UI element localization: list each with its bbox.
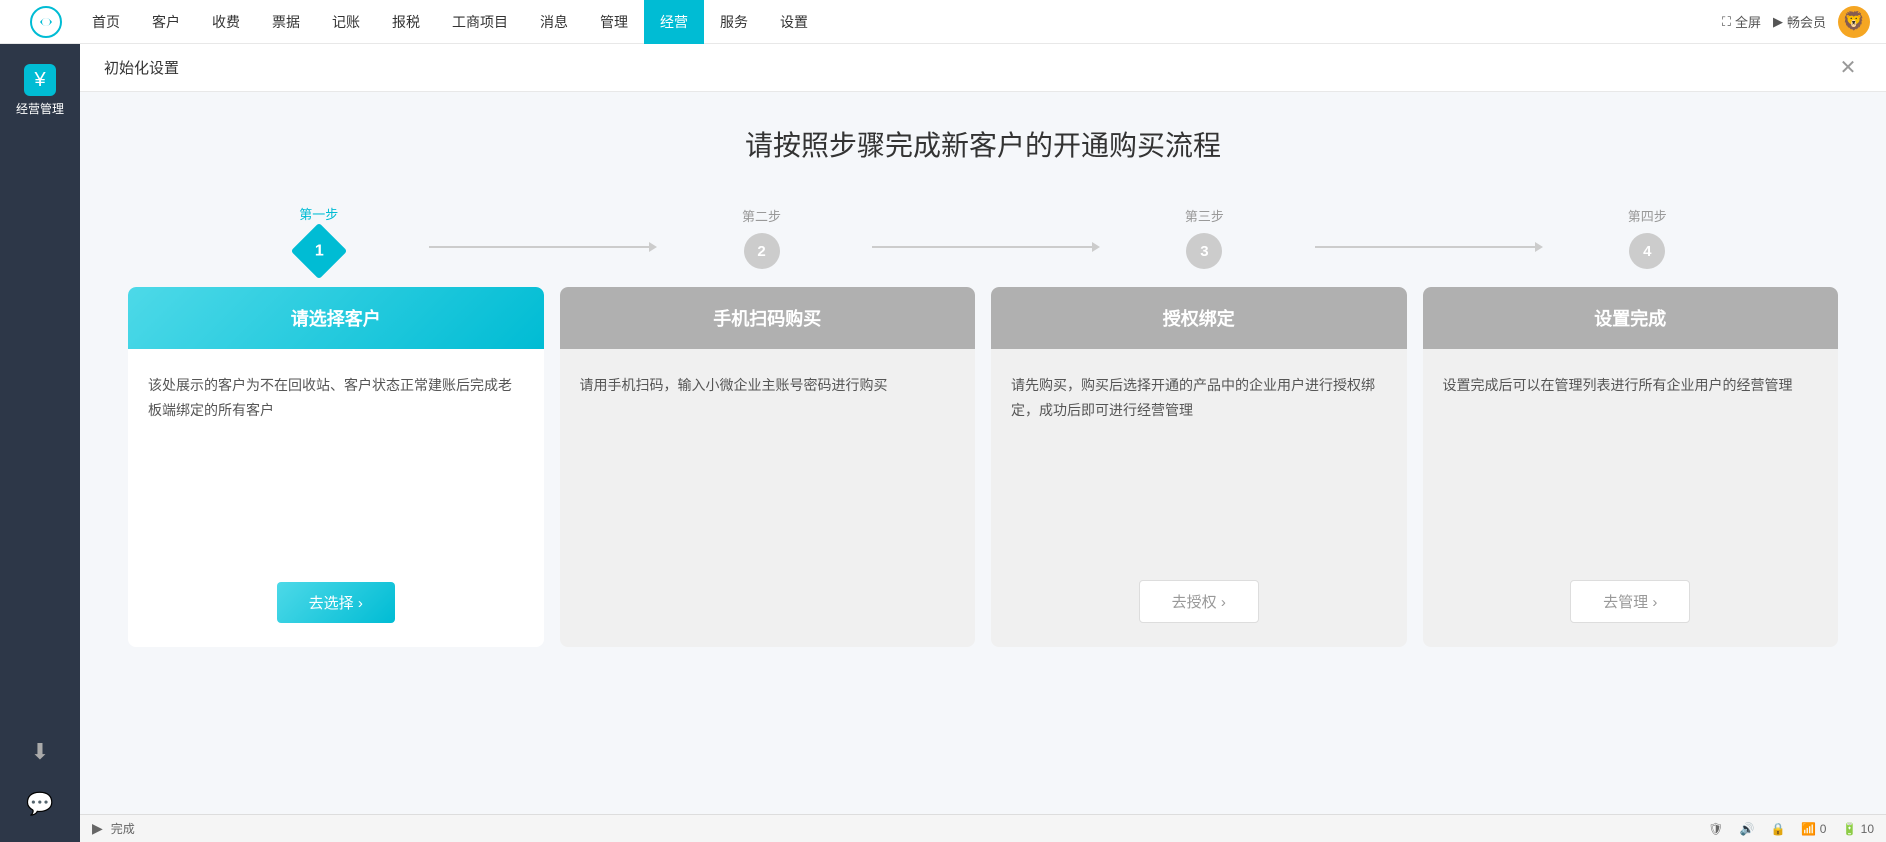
nav-operation[interactable]: 经营 <box>644 0 704 44</box>
play-icon: ▶ <box>1773 14 1783 30</box>
volume-icon: 🔊 <box>1740 822 1755 836</box>
card-1-header: 请选择客户 <box>128 287 544 349</box>
step-item-1: 第一步 1 <box>208 204 429 271</box>
status-bar-right: 🛡 🔊 🔒 📶 0 🔋 10 <box>1708 822 1874 836</box>
nav-manage[interactable]: 管理 <box>584 0 644 44</box>
nav-home[interactable]: 首页 <box>76 0 136 44</box>
fullscreen-button[interactable]: ⛶ 全屏 <box>1722 12 1761 31</box>
card-2-body: 请用手机扫码，输入小微企业主账号密码进行购买 <box>560 349 976 607</box>
step-line-2 <box>872 246 1093 248</box>
nav-items: 首页 客户 收费 票据 记账 报税 工商项目 消息 管理 经营 服务 设置 <box>76 0 1722 44</box>
go-authorize-button[interactable]: 去授权 › <box>1139 580 1259 623</box>
play-status-icon: ▶ <box>92 820 103 837</box>
battery-status: 🔋 10 <box>1842 822 1874 836</box>
card-2-footer <box>560 607 976 647</box>
app-logo <box>16 6 76 38</box>
step-line-1 <box>429 246 650 248</box>
card-3-footer: 去授权 › <box>991 564 1407 647</box>
page-header: 初始化设置 ✕ <box>80 44 1886 92</box>
step-3-node: 3 <box>1186 233 1222 269</box>
nav-business[interactable]: 工商项目 <box>436 0 524 44</box>
step-card-4: 设置完成 设置完成后可以在管理列表进行所有企业用户的经营管理 去管理 › <box>1423 287 1839 647</box>
close-button[interactable]: ✕ <box>1834 54 1862 82</box>
lock-icon: 🔒 <box>1770 822 1785 836</box>
step-card-1: 请选择客户 该处展示的客户为不在回收站、客户状态正常建账后完成老板端绑定的所有客… <box>128 287 544 647</box>
fullscreen-icon: ⛶ <box>1722 14 1731 30</box>
card-4-body: 设置完成后可以在管理列表进行所有企业用户的经营管理 <box>1423 349 1839 564</box>
go-manage-button[interactable]: 去管理 › <box>1570 580 1690 623</box>
nav-tax[interactable]: 报税 <box>376 0 436 44</box>
nav-customer[interactable]: 客户 <box>136 0 196 44</box>
shield-icon: 🛡 <box>1708 822 1723 836</box>
vip-button[interactable]: ▶ 畅会员 <box>1773 12 1826 31</box>
steps-progress: 第一步 1 第二步 2 第三步 3 <box>128 204 1838 271</box>
flow-title: 请按照步骤完成新客户的开通购买流程 <box>128 124 1838 164</box>
status-text: 完成 <box>111 820 135 837</box>
sidebar-item-operation[interactable]: ¥ 经营管理 <box>0 52 80 129</box>
step-3-label: 第三步 <box>1185 206 1224 225</box>
nav-message[interactable]: 消息 <box>524 0 584 44</box>
operation-icon: ¥ <box>24 64 56 96</box>
step-card-2: 手机扫码购买 请用手机扫码，输入小微企业主账号密码进行购买 <box>560 287 976 647</box>
nav-fee[interactable]: 收费 <box>196 0 256 44</box>
network-status: 📶 0 <box>1801 822 1826 836</box>
step-1-label: 第一步 <box>299 204 338 223</box>
nav-service[interactable]: 服务 <box>704 0 764 44</box>
step-1-node: 1 <box>290 223 347 280</box>
step-2-node: 2 <box>744 233 780 269</box>
top-navigation: 首页 客户 收费 票据 记账 报税 工商项目 消息 管理 经营 服务 设置 ⛶ … <box>0 0 1886 44</box>
sidebar-bottom: ⬇ 💬 <box>18 730 62 842</box>
go-select-button[interactable]: 去选择 › <box>277 582 395 623</box>
download-icon[interactable]: ⬇ <box>18 730 62 774</box>
step-1-number: 1 <box>314 242 323 260</box>
step-item-2: 第二步 2 <box>651 206 872 269</box>
card-4-footer: 去管理 › <box>1423 564 1839 647</box>
step-item-3: 第三步 3 <box>1094 206 1315 269</box>
nav-settings[interactable]: 设置 <box>764 0 824 44</box>
nav-accounting[interactable]: 记账 <box>316 0 376 44</box>
card-2-header: 手机扫码购买 <box>560 287 976 349</box>
page-title: 初始化设置 <box>104 57 179 78</box>
status-bar: ▶ 完成 🛡 🔊 🔒 📶 0 🔋 10 <box>80 814 1886 842</box>
content-area: 初始化设置 ✕ 请按照步骤完成新客户的开通购买流程 第一步 1 第二步 <box>80 44 1886 842</box>
step-4-label: 第四步 <box>1628 206 1667 225</box>
card-3-body: 请先购买，购买后选择开通的产品中的企业用户进行授权绑定，成功后即可进行经营管理 <box>991 349 1407 564</box>
user-avatar[interactable]: 🦁 <box>1838 6 1870 38</box>
card-1-footer: 去选择 › <box>128 566 544 647</box>
card-3-header: 授权绑定 <box>991 287 1407 349</box>
step-2-label: 第二步 <box>742 206 781 225</box>
customer-service-icon[interactable]: 💬 <box>18 782 62 826</box>
card-4-header: 设置完成 <box>1423 287 1839 349</box>
sidebar: ¥ 经营管理 ⬇ 💬 <box>0 44 80 842</box>
nav-right-area: ⛶ 全屏 ▶ 畅会员 🦁 <box>1722 6 1870 38</box>
step-item-4: 第四步 4 <box>1537 206 1758 269</box>
cards-container: 请选择客户 该处展示的客户为不在回收站、客户状态正常建账后完成老板端绑定的所有客… <box>128 287 1838 647</box>
flow-content: 请按照步骤完成新客户的开通购买流程 第一步 1 第二步 2 <box>80 92 1886 814</box>
step-line-3 <box>1315 246 1536 248</box>
step-4-node: 4 <box>1629 233 1665 269</box>
card-1-body: 该处展示的客户为不在回收站、客户状态正常建账后完成老板端绑定的所有客户 <box>128 349 544 566</box>
step-card-3: 授权绑定 请先购买，购买后选择开通的产品中的企业用户进行授权绑定，成功后即可进行… <box>991 287 1407 647</box>
nav-invoice[interactable]: 票据 <box>256 0 316 44</box>
main-layout: ¥ 经营管理 ⬇ 💬 初始化设置 ✕ 请按照步骤完成新客户的开通购买流程 第一步… <box>0 44 1886 842</box>
